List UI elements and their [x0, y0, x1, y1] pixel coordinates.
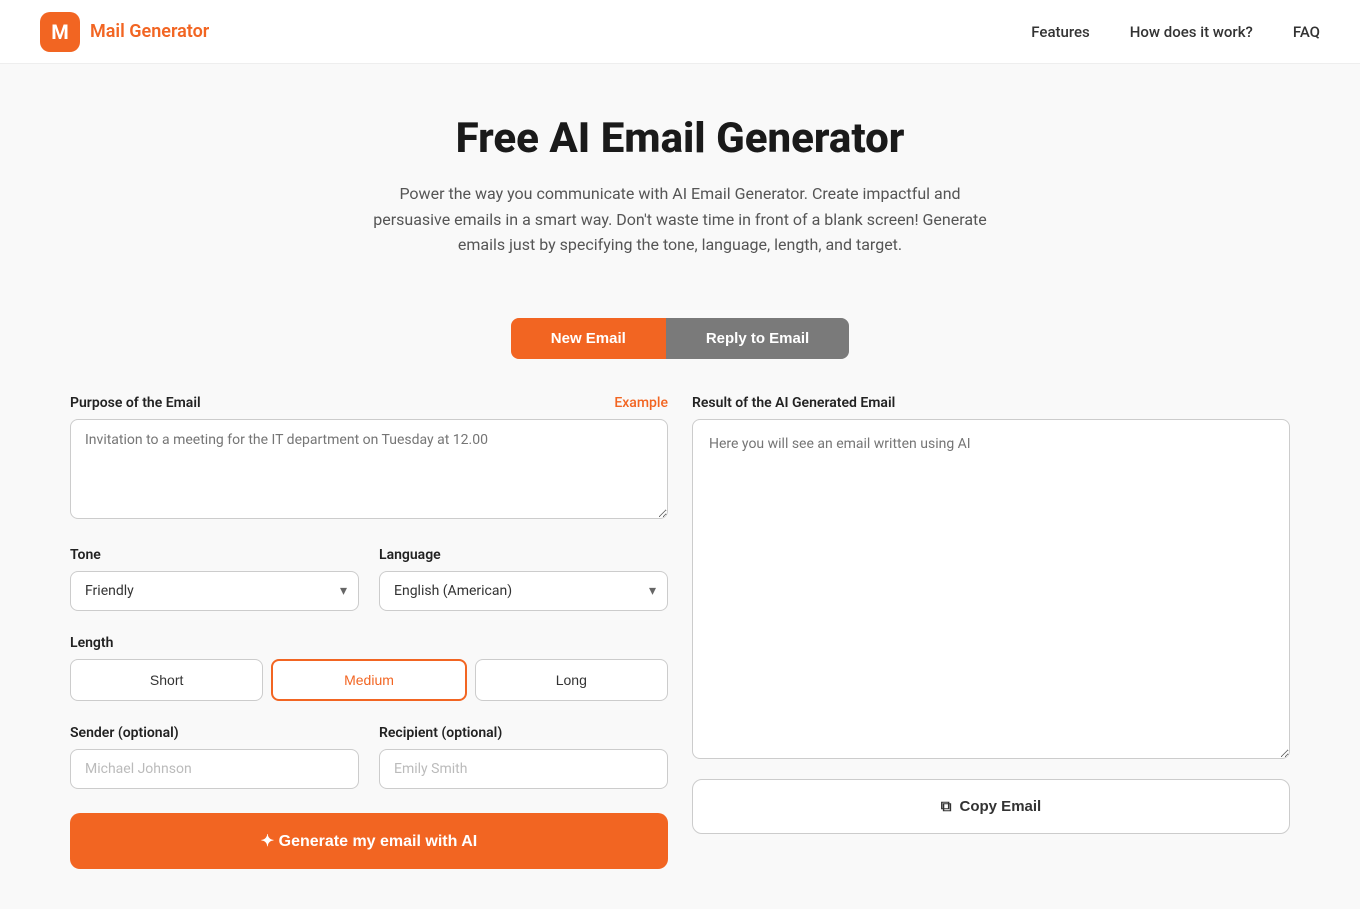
- tone-select[interactable]: Friendly Formal Casual Professional Pers…: [70, 571, 359, 611]
- reply-email-tab[interactable]: Reply to Email: [666, 318, 849, 359]
- new-email-tab[interactable]: New Email: [511, 318, 666, 359]
- result-textarea[interactable]: [692, 419, 1290, 759]
- length-buttons: Short Medium Long: [70, 659, 668, 701]
- length-long-btn[interactable]: Long: [475, 659, 668, 701]
- language-select-wrapper: English (American) English (British) Spa…: [379, 571, 668, 611]
- result-label: Result of the AI Generated Email: [692, 395, 1290, 411]
- copy-email-button[interactable]: ⧉ Copy Email: [692, 779, 1290, 834]
- main-content: Purpose of the Email Example Tone Friend…: [30, 395, 1330, 909]
- navbar: M Mail Generator Features How does it wo…: [0, 0, 1360, 64]
- right-panel: Result of the AI Generated Email ⧉ Copy …: [692, 395, 1290, 869]
- sender-recipient-row: Sender (optional) Recipient (optional): [70, 725, 668, 789]
- language-field: Language English (American) English (Bri…: [379, 547, 668, 611]
- logo: M Mail Generator: [40, 12, 209, 52]
- tone-language-row: Tone Friendly Formal Casual Professional…: [70, 547, 668, 611]
- recipient-label: Recipient (optional): [379, 725, 668, 741]
- left-panel: Purpose of the Email Example Tone Friend…: [70, 395, 668, 869]
- sender-label: Sender (optional): [70, 725, 359, 741]
- generate-button[interactable]: ✦ Generate my email with AI: [70, 813, 668, 869]
- tone-label: Tone: [70, 547, 359, 563]
- sender-input[interactable]: [70, 749, 359, 789]
- purpose-label: Purpose of the Email: [70, 395, 201, 411]
- length-label: Length: [70, 635, 668, 651]
- hero-subtitle: Power the way you communicate with AI Em…: [360, 181, 1000, 258]
- nav-features-link[interactable]: Features: [1031, 23, 1089, 41]
- length-short-btn[interactable]: Short: [70, 659, 263, 701]
- purpose-label-row: Purpose of the Email Example: [70, 395, 668, 411]
- purpose-field: Purpose of the Email Example: [70, 395, 668, 523]
- tone-field: Tone Friendly Formal Casual Professional…: [70, 547, 359, 611]
- recipient-field: Recipient (optional): [379, 725, 668, 789]
- toggle-container: New Email Reply to Email: [511, 318, 849, 359]
- logo-text: Mail Generator: [90, 21, 209, 42]
- page-title: Free AI Email Generator: [20, 114, 1340, 163]
- language-label: Language: [379, 547, 668, 563]
- length-medium-btn[interactable]: Medium: [271, 659, 466, 701]
- nav-links: Features How does it work? FAQ: [1031, 22, 1320, 41]
- sender-field: Sender (optional): [70, 725, 359, 789]
- hero-section: Free AI Email Generator Power the way yo…: [0, 64, 1360, 318]
- length-section: Length Short Medium Long: [70, 635, 668, 701]
- recipient-input[interactable]: [379, 749, 668, 789]
- copy-icon: ⧉: [941, 798, 952, 815]
- example-link[interactable]: Example: [614, 395, 668, 411]
- nav-how-it-works-link[interactable]: How does it work?: [1130, 23, 1253, 41]
- purpose-textarea[interactable]: [70, 419, 668, 519]
- logo-icon: M: [40, 12, 80, 52]
- tone-select-wrapper: Friendly Formal Casual Professional Pers…: [70, 571, 359, 611]
- nav-faq-link[interactable]: FAQ: [1293, 23, 1320, 41]
- copy-label: Copy Email: [960, 798, 1042, 815]
- language-select[interactable]: English (American) English (British) Spa…: [379, 571, 668, 611]
- email-type-toggle: New Email Reply to Email: [0, 318, 1360, 359]
